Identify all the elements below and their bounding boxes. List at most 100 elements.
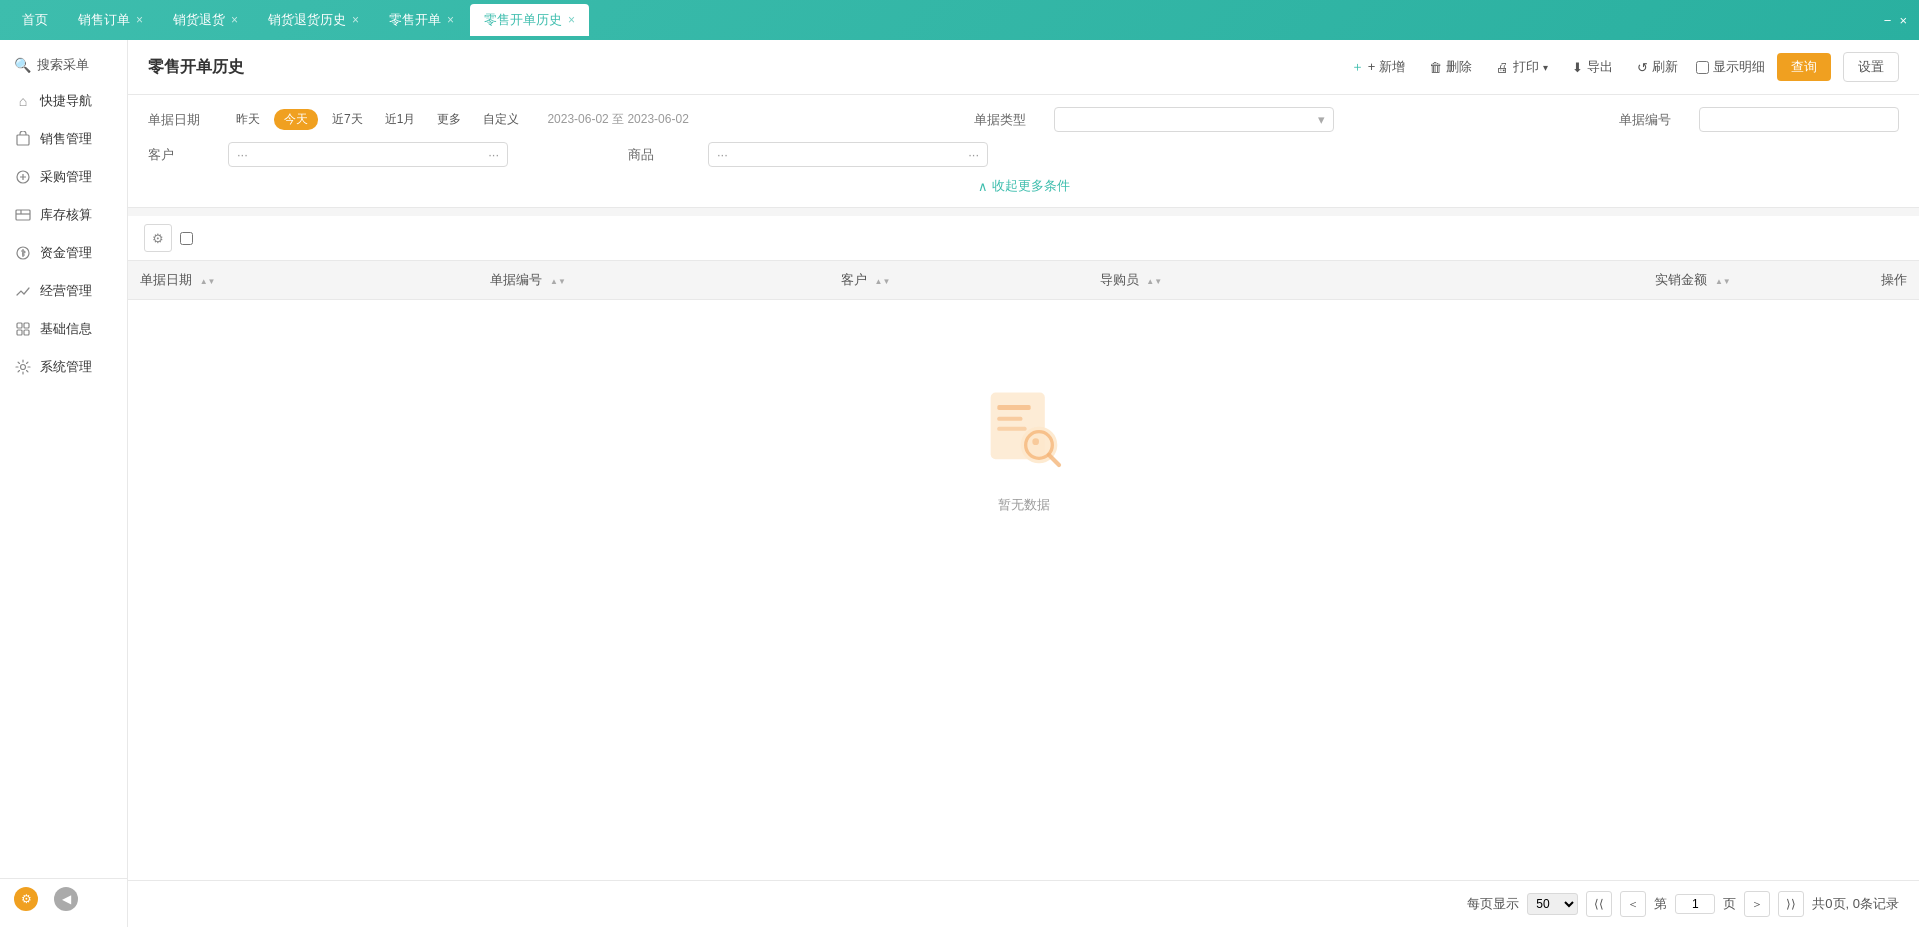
svg-line-15 [1049,455,1059,465]
header-actions: ＋ + 新增 🗑 删除 🖨 打印 ▾ ⬇ 导出 ↺ [1345,52,1899,82]
delete-button[interactable]: 🗑 删除 [1423,54,1478,80]
sidebar-item-label: 经营管理 [40,282,92,300]
sidebar-item-basic-info[interactable]: 基础信息 [0,310,127,348]
col-customer[interactable]: 客户 ▲▼ [829,261,1088,300]
tab-sales-order[interactable]: 销售订单 × [64,4,157,36]
close-tab-retail-open[interactable]: × [447,14,454,26]
window-minimize[interactable]: − [1884,13,1892,28]
sort-no-icon: ▲▼ [550,278,566,286]
collapse-sidebar-icon[interactable]: ◀ [54,887,78,911]
print-icon: 🖨 [1496,60,1509,75]
pagination: 每页显示 50 10 20 100 ⟨⟨ ＜ 第 页 ＞ ⟩⟩ 共0页, 0条记… [128,880,1919,927]
svg-rect-5 [24,323,29,328]
table-header-row: 单据日期 ▲▼ 单据编号 ▲▼ 客户 ▲▼ [128,261,1919,300]
svg-point-8 [21,365,26,370]
tab-retail-open[interactable]: 零售开单 × [375,4,468,36]
col-guide[interactable]: 导购员 ▲▼ [1088,261,1393,300]
tab-sales-return[interactable]: 销货退货 × [159,4,252,36]
finance-icon [14,244,32,262]
filter-row-1: 单据日期 昨天 今天 近7天 近1月 更多 自定义 2023-06-02 至 2… [148,107,1899,132]
settings-button[interactable]: 设置 [1843,52,1899,82]
col-date[interactable]: 单据日期 ▲▼ [128,261,478,300]
product-label: 商品 [628,146,688,164]
sort-date-icon: ▲▼ [200,278,216,286]
close-tab-sales-return-history[interactable]: × [352,14,359,26]
order-type-select[interactable]: ▾ [1054,107,1334,132]
page-title: 零售开单历史 [148,57,244,78]
product-input[interactable]: ··· [708,142,988,167]
sidebar-item-label: 基础信息 [40,320,92,338]
empty-text: 暂无数据 [998,496,1050,514]
prev-page-button[interactable]: ＜ [1620,891,1646,917]
svg-rect-11 [997,417,1022,421]
svg-rect-4 [17,323,22,328]
tab-retail-history[interactable]: 零售开单历史 × [470,4,589,36]
next-page-button[interactable]: ＞ [1744,891,1770,917]
svg-rect-2 [16,210,30,220]
sidebar-item-purchase-mgmt[interactable]: 采购管理 [0,158,127,196]
first-page-button[interactable]: ⟨⟨ [1586,891,1612,917]
table-settings-button[interactable]: ⚙ [144,224,172,252]
table-container: 单据日期 ▲▼ 单据编号 ▲▼ 客户 ▲▼ [128,261,1919,880]
sidebar-item-system[interactable]: 系统管理 [0,348,127,386]
date-btn-more[interactable]: 更多 [429,109,469,130]
tab-home[interactable]: 首页 [8,4,62,36]
sidebar-item-quick-nav[interactable]: ⌂ 快捷导航 [0,82,127,120]
main-layout: 🔍 搜索采单 ⌂ 快捷导航 销售管理 采购管理 [0,40,1919,927]
purchase-icon [14,168,32,186]
page-number-input[interactable] [1675,894,1715,914]
export-icon: ⬇ [1572,60,1583,75]
customer-input[interactable]: ··· [228,142,508,167]
sort-amount-icon: ▲▼ [1715,278,1731,286]
page-label: 第 [1654,895,1667,913]
date-btn-last-month[interactable]: 近1月 [377,109,424,130]
print-button[interactable]: 🖨 打印 ▾ [1490,54,1554,80]
content-area: 零售开单历史 ＋ + 新增 🗑 删除 🖨 打印 ▾ ⬇ 导出 [128,40,1919,927]
add-button[interactable]: ＋ + 新增 [1345,54,1411,80]
order-type-label: 单据类型 [974,111,1034,129]
settings-bottom-icon[interactable]: ⚙ [14,887,38,911]
col-amount[interactable]: 实销金额 ▲▼ [1392,261,1742,300]
date-btn-today[interactable]: 今天 [274,109,318,130]
order-no-input[interactable] [1699,107,1899,132]
product-dots: ··· [717,147,728,162]
show-detail-input[interactable] [1696,61,1709,74]
date-btn-custom[interactable]: 自定义 [475,109,527,130]
sidebar-item-sales-mgmt[interactable]: 销售管理 [0,120,127,158]
delete-icon: 🗑 [1429,60,1442,75]
date-range-text: 2023-06-02 至 2023-06-02 [547,111,688,128]
date-btn-yesterday[interactable]: 昨天 [228,109,268,130]
col-no[interactable]: 单据编号 ▲▼ [478,261,828,300]
close-tab-sales-order[interactable]: × [136,14,143,26]
export-button[interactable]: ⬇ 导出 [1566,54,1619,80]
collapse-up-icon: ∧ [978,179,988,194]
sidebar-item-inventory[interactable]: 库存核算 [0,196,127,234]
show-detail-checkbox[interactable]: 显示明细 [1696,58,1765,76]
per-page-select[interactable]: 50 10 20 100 [1527,893,1578,915]
filter-area: 单据日期 昨天 今天 近7天 近1月 更多 自定义 2023-06-02 至 2… [128,95,1919,208]
tab-sales-return-history[interactable]: 销货退货历史 × [254,4,373,36]
svg-rect-12 [997,427,1026,431]
refresh-button[interactable]: ↺ 刷新 [1631,54,1684,80]
empty-state: 暂无数据 [128,300,1919,594]
collapse-filter-button[interactable]: ∧ 收起更多条件 [978,177,1070,195]
sidebar-item-finance[interactable]: 资金管理 [0,234,127,272]
sidebar-item-label: 销售管理 [40,130,92,148]
sidebar-item-operations[interactable]: 经营管理 [0,272,127,310]
close-tab-sales-return[interactable]: × [231,14,238,26]
inventory-icon [14,206,32,224]
per-page-label: 每页显示 [1467,895,1519,913]
data-table: 单据日期 ▲▼ 单据编号 ▲▼ 客户 ▲▼ [128,261,1919,300]
query-button[interactable]: 查询 [1777,53,1831,81]
close-tab-retail-history[interactable]: × [568,14,575,26]
table-area: ⚙ 单据日期 ▲▼ 单据编号 ▲▼ [128,216,1919,880]
window-close[interactable]: × [1899,13,1907,28]
select-all-checkbox[interactable] [180,232,193,245]
date-btn-last7[interactable]: 近7天 [324,109,371,130]
system-icon [14,358,32,376]
operations-icon [14,282,32,300]
sidebar-search[interactable]: 🔍 搜索采单 [0,48,127,82]
last-page-button[interactable]: ⟩⟩ [1778,891,1804,917]
svg-rect-6 [17,330,22,335]
table-toolbar: ⚙ [128,216,1919,261]
